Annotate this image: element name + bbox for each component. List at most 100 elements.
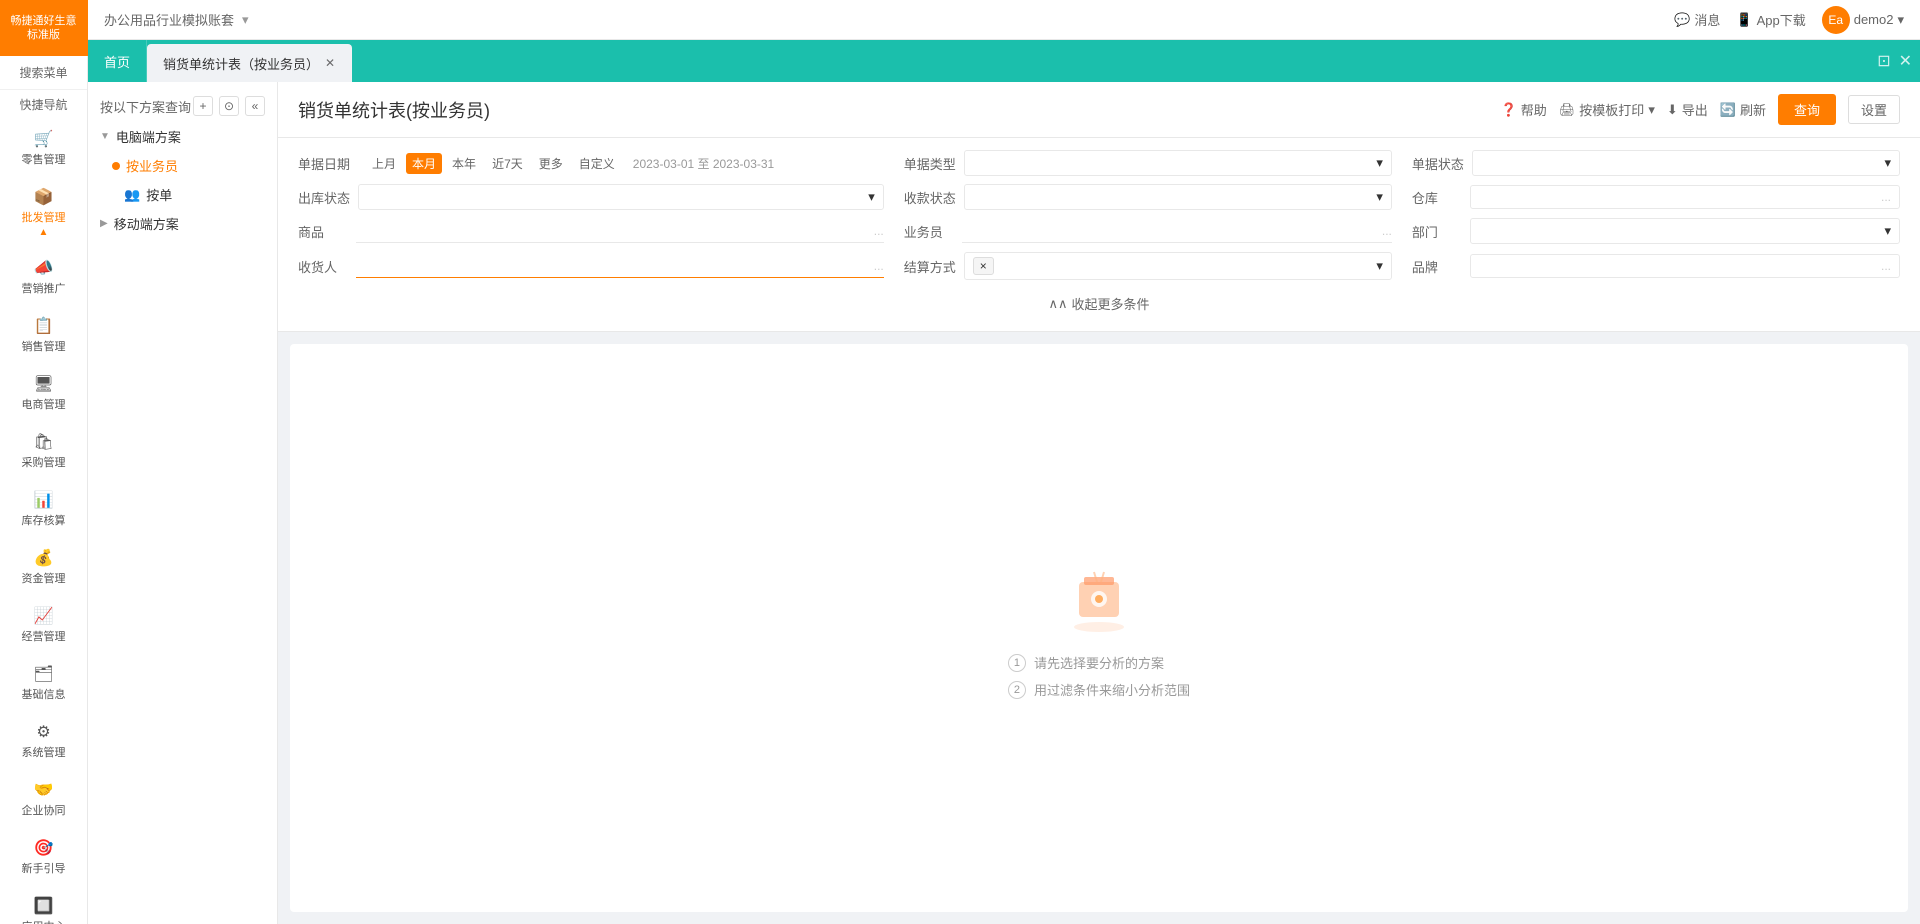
type-dropdown-icon: ▾	[1376, 155, 1383, 171]
query-btn[interactable]: 查询	[1778, 94, 1836, 125]
export-btn[interactable]: ⬇ 导出	[1667, 100, 1708, 119]
sidebar-item-inventory[interactable]: 📊 库存核算	[0, 480, 87, 538]
date-tab-more[interactable]: 更多	[533, 153, 569, 174]
settings-btn[interactable]: 设置	[1848, 95, 1900, 124]
tabbar: 首页 销货单统计表（按业务员） ✕ ⊡ ✕	[88, 40, 1920, 82]
goods-input[interactable]: ...	[356, 220, 884, 243]
type-label: 单据类型	[904, 154, 956, 173]
sidebar-item-system[interactable]: ⚙ 系统管理	[0, 712, 87, 770]
user-menu[interactable]: Ea demo2 ▾	[1822, 6, 1904, 34]
app-download-label: App下载	[1757, 10, 1806, 29]
left-panel-actions: + ⊙ «	[193, 96, 265, 116]
dept-label: 部门	[1412, 222, 1462, 241]
sidebar-item-basic[interactable]: 🗂 基础信息	[0, 654, 87, 712]
recvstatus-select[interactable]: ▾	[964, 184, 1392, 210]
collapse-label: 收起更多条件	[1072, 294, 1150, 313]
tab-report[interactable]: 销货单统计表（按业务员） ✕	[147, 44, 352, 82]
help-btn[interactable]: ❓ 帮助	[1501, 100, 1547, 119]
export-icon: ⬇	[1667, 102, 1678, 118]
filter-warehouse: 仓库 ...	[1412, 185, 1900, 209]
search-menu[interactable]: 搜索菜单	[0, 56, 87, 90]
message-btn[interactable]: 💬 消息	[1674, 10, 1720, 29]
sales-icon: 📋	[34, 316, 54, 336]
settlement-tag: ×	[973, 257, 994, 275]
receiver-ellipsis: ...	[874, 259, 884, 273]
close-window-icon[interactable]: ✕	[1899, 51, 1912, 71]
app-download-btn[interactable]: 📱 App下载	[1736, 10, 1805, 29]
add-scheme-btn[interactable]: +	[193, 96, 213, 116]
filter-recvstatus: 收款状态 ▾	[904, 184, 1392, 210]
date-tab-thisyear[interactable]: 本年	[446, 153, 482, 174]
date-tab-thismonth[interactable]: 本月	[406, 153, 442, 174]
refresh-btn[interactable]: 🔄 刷新	[1720, 100, 1766, 119]
wholesale-arrow: ▲	[39, 227, 49, 238]
warehouse-select[interactable]: ...	[1470, 185, 1900, 209]
print-btn[interactable]: 🖨 按模板打印 ▾	[1559, 100, 1655, 119]
recvstatus-dropdown-icon: ▾	[1376, 189, 1383, 205]
tree-mobile-section[interactable]: ▶ 移动端方案	[88, 209, 277, 238]
empty-icon	[1059, 557, 1139, 637]
settlement-select[interactable]: × ▾	[964, 252, 1392, 280]
help-icon: ❓	[1501, 102, 1517, 118]
status-select[interactable]: ▾	[1472, 150, 1900, 176]
receiver-input[interactable]: ...	[356, 255, 884, 278]
topbar-left: 办公用品行业模拟账套 ▾	[104, 10, 249, 29]
date-tab-custom[interactable]: 自定义	[573, 153, 621, 174]
sidebar-item-enterprise[interactable]: 🤝 企业协同	[0, 770, 87, 828]
quick-nav[interactable]: 快捷导航	[0, 90, 87, 119]
sidebar-item-appstore[interactable]: 🔲 应用中心	[0, 886, 87, 924]
sidebar-item-purchase[interactable]: 🛍 采购管理	[0, 422, 87, 480]
username-label: demo2	[1854, 12, 1894, 27]
brand-select[interactable]: ...	[1470, 254, 1900, 278]
collapse-btn[interactable]: ∧∧ 收起更多条件	[298, 288, 1900, 319]
sidebar-item-marketing-label: 营销推广	[22, 280, 66, 296]
tab-home[interactable]: 首页	[88, 40, 147, 82]
system-icon: ⚙	[36, 722, 50, 742]
sidebar-item-wholesale[interactable]: 📦 批发管理 ▲	[0, 177, 87, 248]
recvstatus-label: 收款状态	[904, 188, 956, 207]
sidebar-item-sales[interactable]: 📋 销售管理	[0, 306, 87, 364]
collapse-panel-btn[interactable]: «	[245, 96, 265, 116]
date-tab-lastmonth[interactable]: 上月	[366, 153, 402, 174]
operation-icon: 📈	[34, 606, 54, 626]
page-title: 销货单统计表(按业务员)	[298, 97, 490, 123]
tree-pc-label: 电脑端方案	[116, 127, 181, 146]
tree-pc-section[interactable]: ▼ 电脑端方案	[88, 122, 277, 151]
date-tab-7days[interactable]: 近7天	[486, 153, 529, 174]
tree-item-order-label: 按单	[146, 185, 172, 204]
sidebar-item-retail[interactable]: 🛒 零售管理	[0, 119, 87, 177]
user-avatar: Ea	[1822, 6, 1850, 34]
filter-salesperson: 业务员 ...	[904, 220, 1392, 243]
sidebar-item-basic-label: 基础信息	[22, 686, 66, 702]
dept-select[interactable]: ▾	[1470, 218, 1900, 244]
sidebar-item-appstore-label: 应用中心	[22, 918, 66, 924]
sidebar-item-newbie[interactable]: 🎯 新手引导	[0, 828, 87, 886]
receiver-label: 收货人	[298, 257, 348, 276]
tree-item-order[interactable]: 👥 按单	[88, 180, 277, 209]
sidebar-item-ecommerce[interactable]: 🖥 电商管理	[0, 364, 87, 422]
sidebar-item-marketing[interactable]: 📣 营销推广	[0, 248, 87, 306]
user-dropdown-icon: ▾	[1897, 12, 1904, 28]
sidebar-item-operation[interactable]: 📈 经营管理	[0, 596, 87, 654]
sidebar-items: 🛒 零售管理 📦 批发管理 ▲ 📣 营销推广 📋 销售管理 🖥 电商管理 🛍 采…	[0, 119, 87, 924]
restore-window-icon[interactable]: ⊡	[1877, 51, 1890, 71]
settlement-dropdown-icon: ▾	[1376, 258, 1383, 274]
sidebar-item-finance-label: 资金管理	[22, 570, 66, 586]
collapse-up-icon: ∧∧	[1048, 296, 1067, 312]
filter-brand: 品牌 ...	[1412, 254, 1900, 278]
sidebar-item-finance[interactable]: 💰 资金管理	[0, 538, 87, 596]
salesperson-input[interactable]: ...	[962, 220, 1392, 243]
tree-item-salesperson[interactable]: 按业务员	[88, 151, 277, 180]
type-select[interactable]: ▾	[964, 150, 1392, 176]
tree-mobile-label: 移动端方案	[114, 214, 179, 233]
filter-row-1: 单据日期 上月 本月 本年 近7天 更多 自定义 2023-03-01 至 20…	[298, 150, 1900, 176]
topbar-right: 💬 消息 📱 App下载 Ea demo2 ▾	[1674, 6, 1904, 34]
outstatus-select[interactable]: ▾	[358, 184, 884, 210]
sidebar: 畅捷通好生意 标准版 搜索菜单 快捷导航 🛒 零售管理 📦 批发管理 ▲ 📣 营…	[0, 0, 88, 924]
page-actions: ❓ 帮助 🖨 按模板打印 ▾ ⬇ 导出 🔄 刷新	[1501, 94, 1900, 125]
breadcrumb-dropdown-icon[interactable]: ▾	[242, 12, 249, 28]
tab-close-icon[interactable]: ✕	[325, 56, 335, 70]
sidebar-item-operation-label: 经营管理	[22, 628, 66, 644]
settings-scheme-btn[interactable]: ⊙	[219, 96, 239, 116]
step-num-2: 2	[1008, 681, 1026, 699]
